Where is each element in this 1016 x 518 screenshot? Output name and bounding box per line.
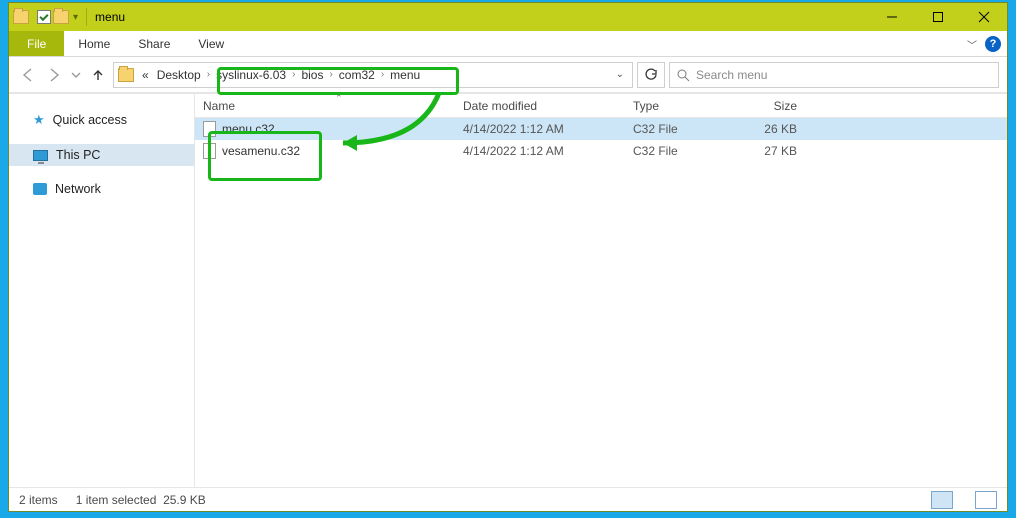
file-type: C32 File bbox=[625, 122, 725, 136]
col-size[interactable]: Size bbox=[725, 99, 805, 113]
monitor-icon bbox=[33, 150, 48, 161]
window-title: menu bbox=[95, 10, 125, 24]
crumb-desktop[interactable]: Desktop bbox=[153, 68, 205, 82]
sort-indicator-icon: ⌃ bbox=[335, 93, 343, 104]
crumb-overflow[interactable]: « bbox=[138, 68, 153, 82]
qat-dropdown-icon[interactable]: ▾ bbox=[71, 12, 80, 23]
file-icon bbox=[203, 143, 216, 159]
properties-qat-icon[interactable] bbox=[37, 10, 51, 24]
status-selection-size: 25.9 KB bbox=[163, 493, 206, 507]
tab-home[interactable]: Home bbox=[64, 31, 124, 56]
address-bar[interactable]: « Desktop › syslinux-6.03 › bios › com32… bbox=[113, 62, 633, 88]
sidebar-item-label: This PC bbox=[56, 148, 100, 162]
status-item-count: 2 items bbox=[19, 493, 58, 507]
address-folder-icon bbox=[118, 68, 134, 82]
details-view-button[interactable] bbox=[931, 491, 953, 509]
column-headers: Name Date modified Type Size bbox=[195, 94, 1007, 118]
ribbon-tabs: File Home Share View ﹀ ? bbox=[9, 31, 1007, 57]
refresh-button[interactable] bbox=[637, 62, 665, 88]
table-row[interactable]: vesamenu.c32 4/14/2022 1:12 AMC32 File27 … bbox=[195, 140, 1007, 162]
col-type[interactable]: Type bbox=[625, 99, 725, 113]
status-selection: 1 item selected bbox=[76, 493, 157, 507]
back-button[interactable] bbox=[17, 64, 39, 86]
crumb-1[interactable]: bios bbox=[297, 68, 327, 82]
forward-button[interactable] bbox=[43, 64, 65, 86]
up-button[interactable] bbox=[87, 64, 109, 86]
new-folder-qat-icon[interactable] bbox=[53, 10, 69, 24]
help-icon[interactable]: ? bbox=[985, 36, 1001, 52]
file-date: 4/14/2022 1:12 AM bbox=[455, 144, 625, 158]
navigation-bar: « Desktop › syslinux-6.03 › bios › com32… bbox=[9, 57, 1007, 93]
explorer-window: ▾ menu File Home Share View ﹀ ? bbox=[8, 2, 1008, 512]
minimize-button[interactable] bbox=[869, 3, 915, 31]
tab-view[interactable]: View bbox=[184, 31, 238, 56]
chevron-right-icon[interactable]: › bbox=[327, 69, 334, 80]
sidebar-item-label: Network bbox=[55, 182, 101, 196]
file-name: menu.c32 bbox=[222, 122, 275, 136]
crumb-3[interactable]: menu bbox=[386, 68, 424, 82]
search-input[interactable]: Search menu bbox=[669, 62, 999, 88]
file-date: 4/14/2022 1:12 AM bbox=[455, 122, 625, 136]
file-name: vesamenu.c32 bbox=[222, 144, 300, 158]
chevron-right-icon[interactable]: › bbox=[290, 69, 297, 80]
file-size: 27 KB bbox=[725, 144, 805, 158]
close-button[interactable] bbox=[961, 3, 1007, 31]
file-type: C32 File bbox=[625, 144, 725, 158]
sidebar-item-label: Quick access bbox=[53, 113, 127, 127]
file-icon bbox=[203, 121, 216, 137]
crumb-0[interactable]: syslinux-6.03 bbox=[212, 68, 290, 82]
tab-file[interactable]: File bbox=[9, 31, 64, 56]
search-placeholder: Search menu bbox=[696, 68, 767, 82]
large-icons-view-button[interactable] bbox=[975, 491, 997, 509]
tab-share[interactable]: Share bbox=[124, 31, 184, 56]
network-icon bbox=[33, 183, 47, 195]
ribbon-expand-icon[interactable]: ﹀ bbox=[967, 37, 977, 52]
sidebar-item-quick-access[interactable]: ★ Quick access bbox=[9, 108, 194, 132]
file-size: 26 KB bbox=[725, 122, 805, 136]
table-row[interactable]: menu.c32 4/14/2022 1:12 AMC32 File26 KB bbox=[195, 118, 1007, 140]
address-dropdown-icon[interactable]: ⌄ bbox=[616, 69, 624, 80]
sidebar-item-network[interactable]: Network bbox=[9, 178, 194, 200]
file-list: ⌃ Name Date modified Type Size menu.c32 4… bbox=[195, 94, 1007, 487]
status-bar: 2 items 1 item selected 25.9 KB bbox=[9, 487, 1007, 511]
col-name[interactable]: Name bbox=[195, 99, 455, 113]
chevron-right-icon[interactable]: › bbox=[205, 69, 212, 80]
folder-icon bbox=[13, 10, 29, 24]
sidebar-item-this-pc[interactable]: This PC bbox=[9, 144, 194, 166]
content-area: ★ Quick access This PC Network ⌃ Name Da… bbox=[9, 93, 1007, 487]
recent-locations-button[interactable] bbox=[69, 64, 83, 86]
title-bar: ▾ menu bbox=[9, 3, 1007, 31]
star-icon: ★ bbox=[33, 112, 45, 128]
col-date[interactable]: Date modified bbox=[455, 99, 625, 113]
crumb-2[interactable]: com32 bbox=[335, 68, 379, 82]
navigation-pane: ★ Quick access This PC Network bbox=[9, 94, 195, 487]
chevron-right-icon[interactable]: › bbox=[379, 69, 386, 80]
maximize-button[interactable] bbox=[915, 3, 961, 31]
